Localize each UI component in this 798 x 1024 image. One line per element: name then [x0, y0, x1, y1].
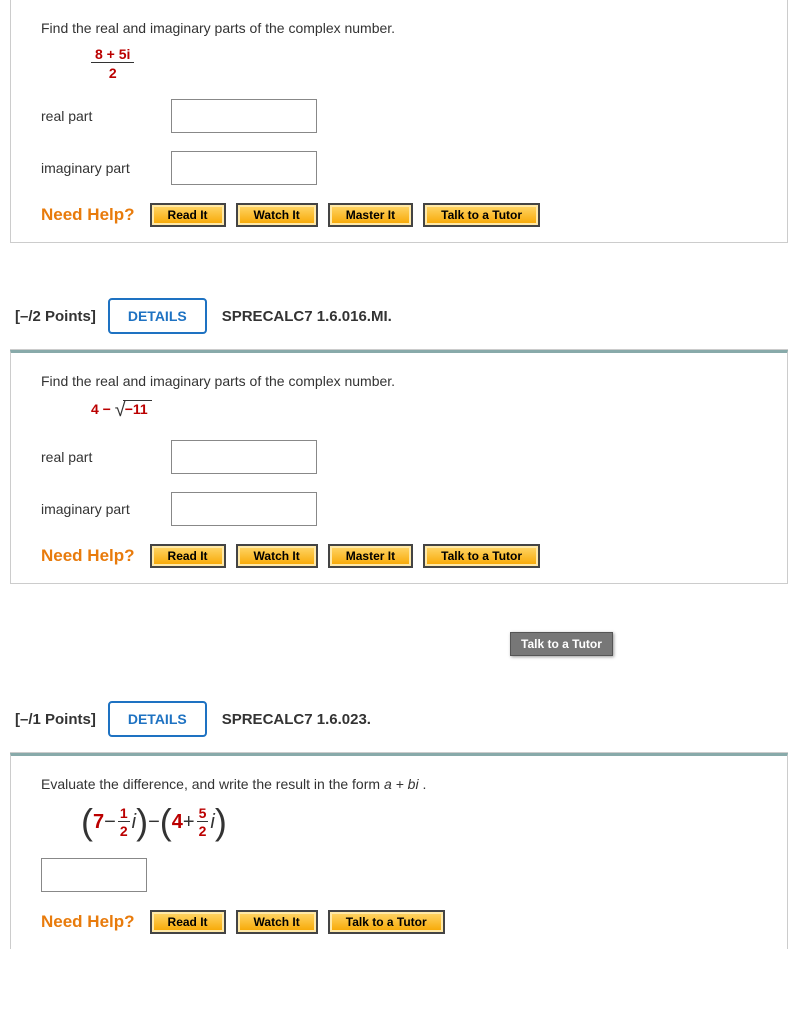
paren-open-icon: (	[160, 804, 172, 840]
points-label: [–/2 Points]	[15, 308, 96, 325]
term-7: 7	[93, 811, 104, 834]
prompt-form: a + bi	[384, 776, 419, 792]
read-it-button[interactable]: Read It	[150, 203, 226, 227]
imaginary-part-label: imaginary part	[41, 501, 171, 517]
talk-to-tutor-button[interactable]: Talk to a Tutor	[423, 203, 540, 227]
read-it-button[interactable]: Read It	[150, 544, 226, 568]
real-part-label: real part	[41, 449, 171, 465]
prompt-text-c: .	[422, 776, 426, 792]
q3-expression: ( 7 − 1 2 i ) − ( 4 + 5 2 i )	[81, 804, 767, 840]
read-it-button[interactable]: Read It	[150, 910, 226, 934]
radicand: −11	[123, 400, 152, 417]
real-part-input[interactable]	[171, 99, 317, 133]
q2-expression: 4 − √−11	[91, 399, 767, 422]
need-help-label: Need Help?	[41, 205, 135, 225]
imaginary-part-input[interactable]	[171, 151, 317, 185]
q1-fraction: 8 + 5i 2	[91, 46, 134, 81]
expr-base: 4 −	[91, 401, 115, 417]
term-4: 4	[172, 811, 183, 834]
tutor-tooltip: Talk to a Tutor	[510, 632, 613, 656]
watch-it-button[interactable]: Watch It	[236, 910, 318, 934]
answer-input[interactable]	[41, 858, 147, 892]
minus-sign: −	[148, 811, 160, 834]
frac-num: 1	[118, 805, 130, 822]
master-it-button[interactable]: Master It	[328, 544, 413, 568]
talk-to-tutor-button[interactable]: Talk to a Tutor	[328, 910, 445, 934]
minus-sign: −	[104, 811, 116, 834]
need-help-label: Need Help?	[41, 546, 135, 566]
paren-close-icon: )	[136, 804, 148, 840]
imaginary-part-input[interactable]	[171, 492, 317, 526]
details-button[interactable]: DETAILS	[108, 701, 207, 737]
fraction-denominator: 2	[91, 63, 134, 81]
question-1-box: Find the real and imaginary parts of the…	[10, 0, 788, 243]
plus-sign: +	[183, 811, 195, 834]
watch-it-button[interactable]: Watch It	[236, 544, 318, 568]
frac-den: 2	[118, 822, 130, 839]
q2-prompt: Find the real and imaginary parts of the…	[41, 373, 767, 389]
real-part-input[interactable]	[171, 440, 317, 474]
paren-open-icon: (	[81, 804, 93, 840]
master-it-button[interactable]: Master It	[328, 203, 413, 227]
question-3-header: [–/1 Points] DETAILS SPRECALC7 1.6.023.	[10, 686, 788, 753]
imaginary-part-label: imaginary part	[41, 160, 171, 176]
fraction-numerator: 8 + 5i	[91, 46, 134, 63]
details-button[interactable]: DETAILS	[108, 298, 207, 334]
frac-num: 5	[197, 805, 209, 822]
question-2-box: Find the real and imaginary parts of the…	[10, 350, 788, 584]
question-ref: SPRECALC7 1.6.023.	[222, 711, 371, 728]
question-3-box: Evaluate the difference, and write the r…	[10, 753, 788, 949]
question-2-header: [–/2 Points] DETAILS SPRECALC7 1.6.016.M…	[10, 283, 788, 350]
talk-to-tutor-button[interactable]: Talk to a Tutor	[423, 544, 540, 568]
watch-it-button[interactable]: Watch It	[236, 203, 318, 227]
question-ref: SPRECALC7 1.6.016.MI.	[222, 308, 392, 325]
paren-close-icon: )	[215, 804, 227, 840]
q1-prompt: Find the real and imaginary parts of the…	[41, 20, 767, 36]
q3-prompt: Evaluate the difference, and write the r…	[41, 776, 767, 792]
need-help-label: Need Help?	[41, 912, 135, 932]
prompt-text-a: Evaluate the difference, and write the r…	[41, 776, 384, 792]
points-label: [–/1 Points]	[15, 711, 96, 728]
real-part-label: real part	[41, 108, 171, 124]
frac-den: 2	[197, 822, 209, 839]
